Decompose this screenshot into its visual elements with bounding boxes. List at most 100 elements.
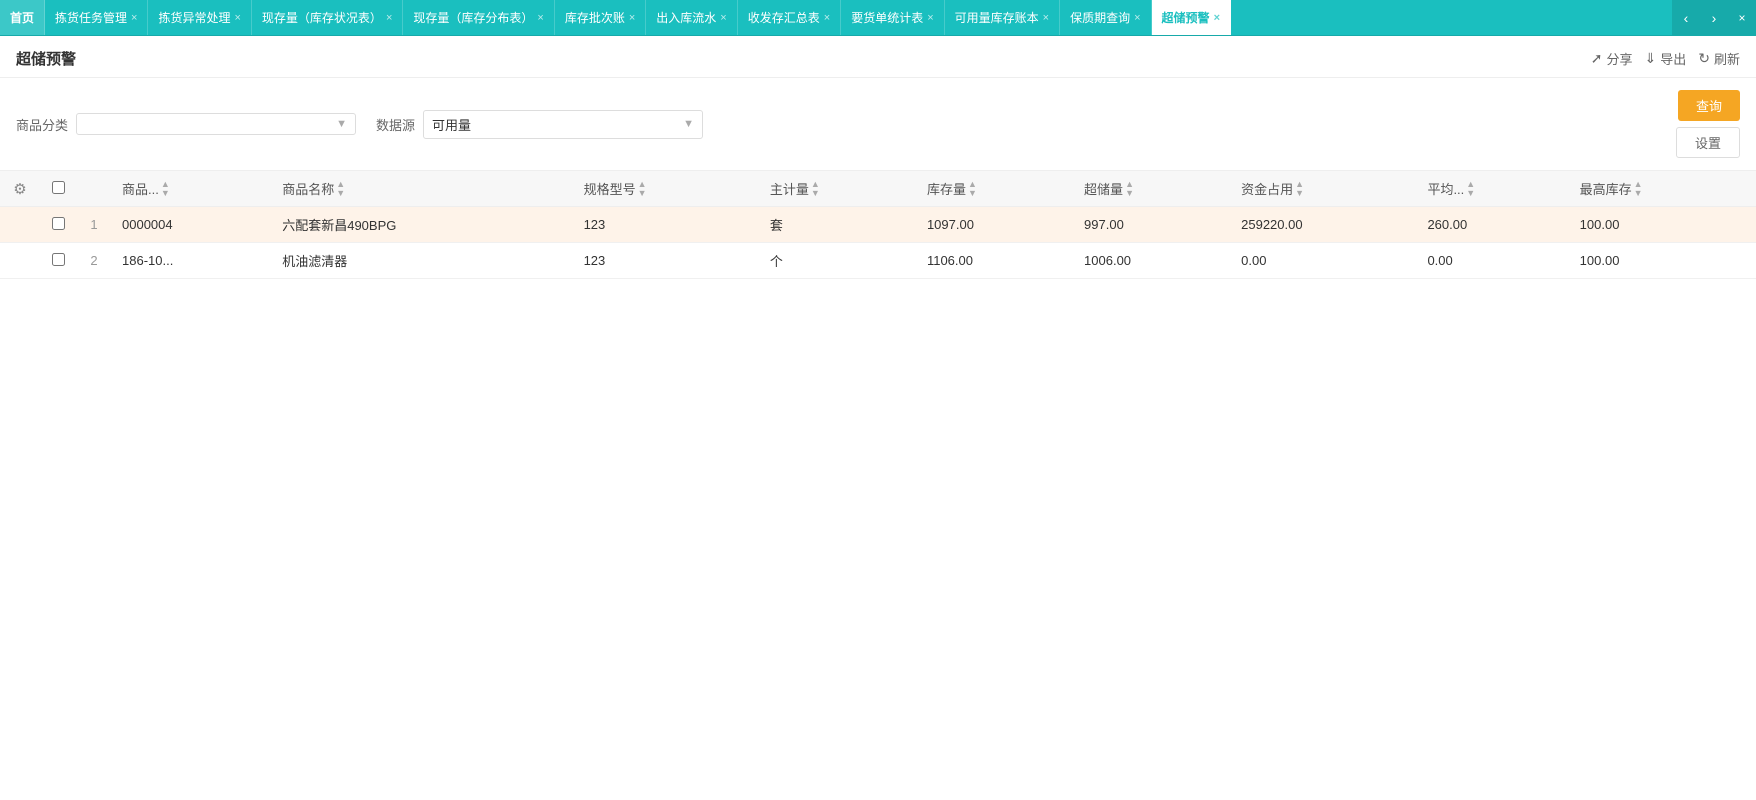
th-checkbox[interactable] [40,171,76,207]
nav-tab-inout-flow[interactable]: 出入库流水 × [646,0,737,35]
datasource-select[interactable]: 可用量 ▼ [423,110,703,139]
row1-checkbox[interactable] [52,217,65,230]
th-stock[interactable]: 库存量 ▲▼ [917,171,1074,207]
category-label: 商品分类 [16,115,68,134]
row2-gear-cell [0,243,40,279]
nav-tab-summary-label: 收发存汇总表 [748,9,820,26]
row1-gear-cell [0,207,40,243]
table-row: 2 186-10... 机油滤清器 123 个 1106.00 1006.00 … [0,243,1756,279]
nav-tab-exception-close[interactable]: × [234,12,240,24]
row1-stock: 1097.00 [917,207,1074,243]
export-button[interactable]: ⇓ 导出 [1645,49,1687,68]
refresh-label: 刷新 [1714,49,1740,68]
row2-product-name: 机油滤清器 [272,243,573,279]
category-select-arrow-icon: ▼ [336,118,347,130]
nav-arrow-right[interactable]: › [1700,0,1728,35]
nav-tab-exception[interactable]: 拣货异常处理 × [148,0,251,35]
settings-gear-icon[interactable]: ⚙ [13,181,26,198]
th-max-stock[interactable]: 最高库存 ▲▼ [1570,171,1756,207]
nav-tab-shelf-life[interactable]: 保质期查询 × [1060,0,1151,35]
row1-checkbox-cell[interactable] [40,207,76,243]
sort-icon-product-name: ▲▼ [336,180,345,198]
th-gear[interactable]: ⚙ [0,171,40,207]
top-nav: 首页 拣货任务管理 × 拣货异常处理 × 现存量（库存状况表） × 现存量（库存… [0,0,1756,36]
nav-tab-task-mgmt[interactable]: 拣货任务管理 × [45,0,148,35]
nav-tab-shelf-life-label: 保质期查询 [1070,9,1130,26]
nav-tab-inventory-status-label: 现存量（库存状况表） [262,9,382,26]
export-label: 导出 [1660,49,1686,68]
nav-tab-task-mgmt-close[interactable]: × [131,12,137,24]
export-icon: ⇓ [1645,50,1657,67]
nav-tab-available-ledger[interactable]: 可用量库存账本 × [945,0,1060,35]
row1-num: 1 [76,207,112,243]
nav-tab-overstock-close[interactable]: × [1214,12,1220,24]
table-body: 1 0000004 六配套新昌490BPG 123 套 1097.00 997.… [0,207,1756,279]
sort-icon-spec: ▲▼ [638,180,647,198]
nav-tab-inventory-status[interactable]: 现存量（库存状况表） × [252,0,403,35]
filter-buttons: 查询 设置 [1676,90,1740,158]
share-label: 分享 [1606,49,1632,68]
refresh-icon: ↻ [1698,50,1710,67]
page-title: 超储预警 [16,48,76,69]
row2-checkbox[interactable] [52,253,65,266]
row2-capital: 0.00 [1231,243,1417,279]
nav-tab-summary-close[interactable]: × [824,12,830,24]
page-container: 超储预警 ➚ 分享 ⇓ 导出 ↻ 刷新 商品分类 ▼ [0,36,1756,800]
table-header-row: ⚙ 商品... ▲▼ 商品名称 [0,171,1756,207]
th-product-code[interactable]: 商品... ▲▼ [112,171,272,207]
share-button[interactable]: ➚ 分享 [1591,49,1633,68]
share-icon: ➚ [1591,50,1603,67]
table-container: ⚙ 商品... ▲▼ 商品名称 [0,170,1756,295]
th-unit[interactable]: 主计量 ▲▼ [760,171,917,207]
nav-tab-overstock-label: 超储预警 [1162,9,1210,26]
nav-tab-home-label: 首页 [10,9,34,26]
row2-num: 2 [76,243,112,279]
sort-icon-max-stock: ▲▼ [1634,180,1643,198]
datasource-select-value: 可用量 [432,115,471,134]
sort-icon-overstock: ▲▼ [1125,180,1134,198]
row1-overstock: 997.00 [1074,207,1231,243]
th-rownum [76,171,112,207]
nav-arrow-left[interactable]: ‹ [1672,0,1700,35]
data-table: ⚙ 商品... ▲▼ 商品名称 [0,170,1756,279]
header-actions: ➚ 分享 ⇓ 导出 ↻ 刷新 [1591,49,1740,68]
nav-tab-available-ledger-close[interactable]: × [1043,12,1049,24]
page-header: 超储预警 ➚ 分享 ⇓ 导出 ↻ 刷新 [0,36,1756,78]
datasource-select-arrow-icon: ▼ [683,118,694,130]
nav-tab-batch-account-close[interactable]: × [629,12,635,24]
row2-stock: 1106.00 [917,243,1074,279]
row1-avg: 260.00 [1417,207,1569,243]
nav-tab-inventory-dist-label: 现存量（库存分布表） [413,9,533,26]
nav-tab-task-mgmt-label: 拣货任务管理 [55,9,127,26]
nav-tab-summary[interactable]: 收发存汇总表 × [738,0,841,35]
th-capital[interactable]: 资金占用 ▲▼ [1231,171,1417,207]
refresh-button[interactable]: ↻ 刷新 [1698,49,1740,68]
nav-tab-inventory-dist[interactable]: 现存量（库存分布表） × [403,0,554,35]
filter-row: 商品分类 ▼ 数据源 可用量 ▼ 查询 设置 [0,78,1756,170]
th-avg[interactable]: 平均... ▲▼ [1417,171,1569,207]
nav-tab-order-stats-close[interactable]: × [927,12,933,24]
sort-icon-unit: ▲▼ [811,180,820,198]
row2-product-code: 186-10... [112,243,272,279]
nav-tab-inout-flow-close[interactable]: × [720,12,726,24]
row2-checkbox-cell[interactable] [40,243,76,279]
query-button[interactable]: 查询 [1678,90,1740,121]
row1-spec: 123 [574,207,760,243]
nav-tab-home[interactable]: 首页 [0,0,45,35]
nav-tab-inventory-dist-close[interactable]: × [537,12,543,24]
nav-tab-available-ledger-label: 可用量库存账本 [955,9,1039,26]
nav-tab-overstock[interactable]: 超储预警 × [1152,0,1231,35]
category-select[interactable]: ▼ [76,113,356,135]
th-product-name[interactable]: 商品名称 ▲▼ [272,171,573,207]
row1-unit: 套 [760,207,917,243]
th-overstock[interactable]: 超储量 ▲▼ [1074,171,1231,207]
nav-tab-inventory-status-close[interactable]: × [386,12,392,24]
nav-tab-shelf-life-close[interactable]: × [1134,12,1140,24]
th-spec[interactable]: 规格型号 ▲▼ [574,171,760,207]
nav-arrows: ‹ › × [1672,0,1756,35]
select-all-checkbox[interactable] [52,181,65,194]
nav-tab-order-stats[interactable]: 要货单统计表 × [841,0,944,35]
nav-tab-batch-account[interactable]: 库存批次账 × [555,0,646,35]
nav-arrow-close[interactable]: × [1728,0,1756,35]
settings-button[interactable]: 设置 [1676,127,1740,158]
